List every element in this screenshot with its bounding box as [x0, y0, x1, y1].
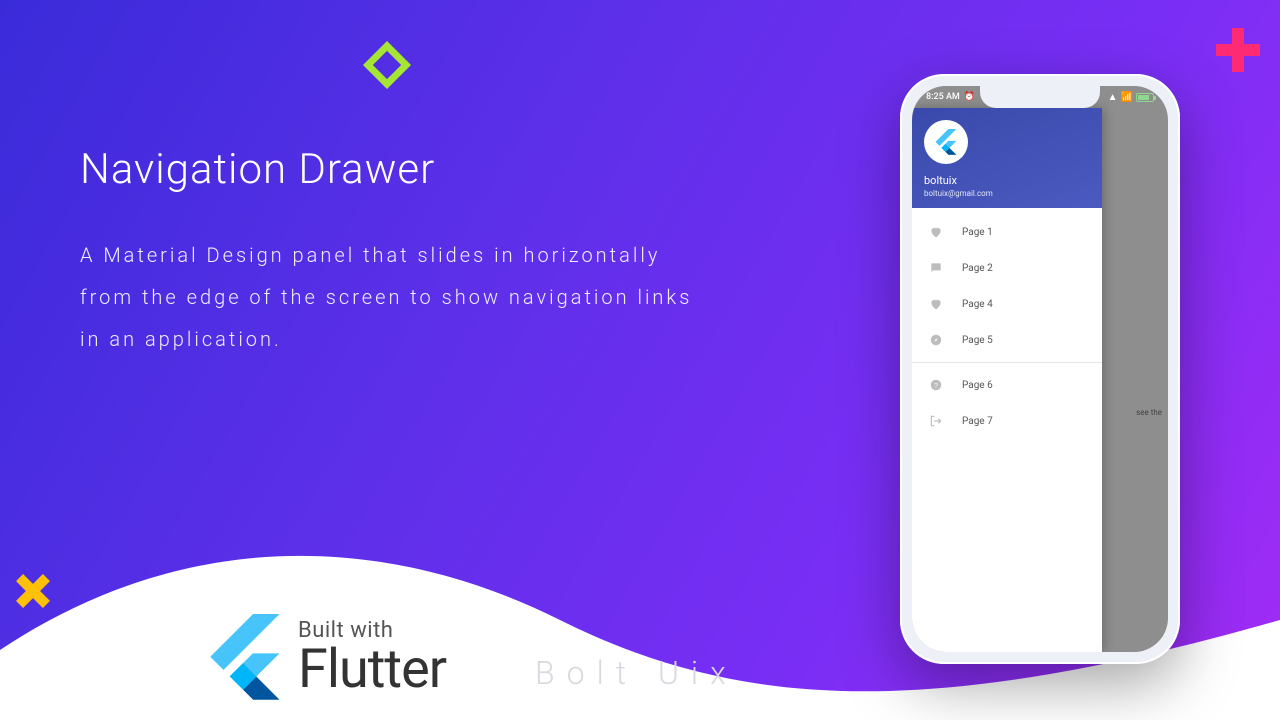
flutter-label: Flutter	[298, 643, 446, 697]
flutter-avatar-icon	[933, 129, 959, 155]
page-title: Navigation Drawer	[80, 145, 720, 194]
drawer-item-label: Page 5	[962, 335, 993, 346]
decorative-x-icon	[16, 574, 50, 608]
navigation-drawer: boltuix boltuix@gmail.com Page 1	[912, 108, 1102, 652]
help-icon: ?	[928, 377, 944, 393]
drawer-item-label: Page 1	[962, 227, 993, 238]
wifi-icon: ▲	[1108, 92, 1118, 103]
battery-icon	[1136, 93, 1154, 102]
drawer-item-page-5[interactable]: Page 5	[912, 322, 1102, 358]
flutter-logo-icon	[210, 614, 280, 700]
alarm-icon: ⏰	[964, 92, 975, 102]
decorative-plus-icon	[1216, 28, 1260, 72]
status-time: 8:25 AM	[926, 92, 960, 102]
drawer-user-email: boltuix@gmail.com	[924, 189, 1090, 198]
drawer-item-label: Page 6	[962, 380, 993, 391]
avatar[interactable]	[924, 120, 968, 164]
drawer-user-name: boltuix	[924, 174, 1090, 187]
bolt-uix-label: Bolt Uix	[535, 654, 738, 692]
comment-icon	[928, 260, 944, 276]
explore-icon	[928, 332, 944, 348]
drawer-item-label: Page 2	[962, 263, 993, 274]
heart-icon	[928, 296, 944, 312]
drawer-item-label: Page 4	[962, 299, 993, 310]
flutter-brand: Built with Flutter	[210, 614, 446, 700]
drawer-list: Page 1 Page 2 Page 4	[912, 208, 1102, 652]
drawer-header: boltuix boltuix@gmail.com	[912, 108, 1102, 208]
drawer-item-page-4[interactable]: Page 4	[912, 286, 1102, 322]
drawer-item-page-7[interactable]: Page 7	[912, 403, 1102, 439]
drawer-item-page-2[interactable]: Page 2	[912, 250, 1102, 286]
decorative-diamond-icon	[363, 41, 411, 89]
drawer-item-page-1[interactable]: Page 1	[912, 214, 1102, 250]
drawer-item-page-6[interactable]: ? Page 6	[912, 367, 1102, 403]
background-hint-text: see the	[1136, 408, 1162, 417]
svg-text:?: ?	[934, 382, 938, 389]
drawer-divider	[912, 362, 1102, 363]
logout-icon	[928, 413, 944, 429]
wifi-signal-icon: 📶	[1121, 92, 1133, 103]
drawer-item-label: Page 7	[962, 416, 993, 427]
phone-mockup: 8:25 AM ⏰ ▲ 📶 see the	[900, 74, 1180, 664]
heart-icon	[928, 224, 944, 240]
phone-notch	[980, 86, 1100, 108]
page-description: A Material Design panel that slides in h…	[80, 234, 720, 360]
